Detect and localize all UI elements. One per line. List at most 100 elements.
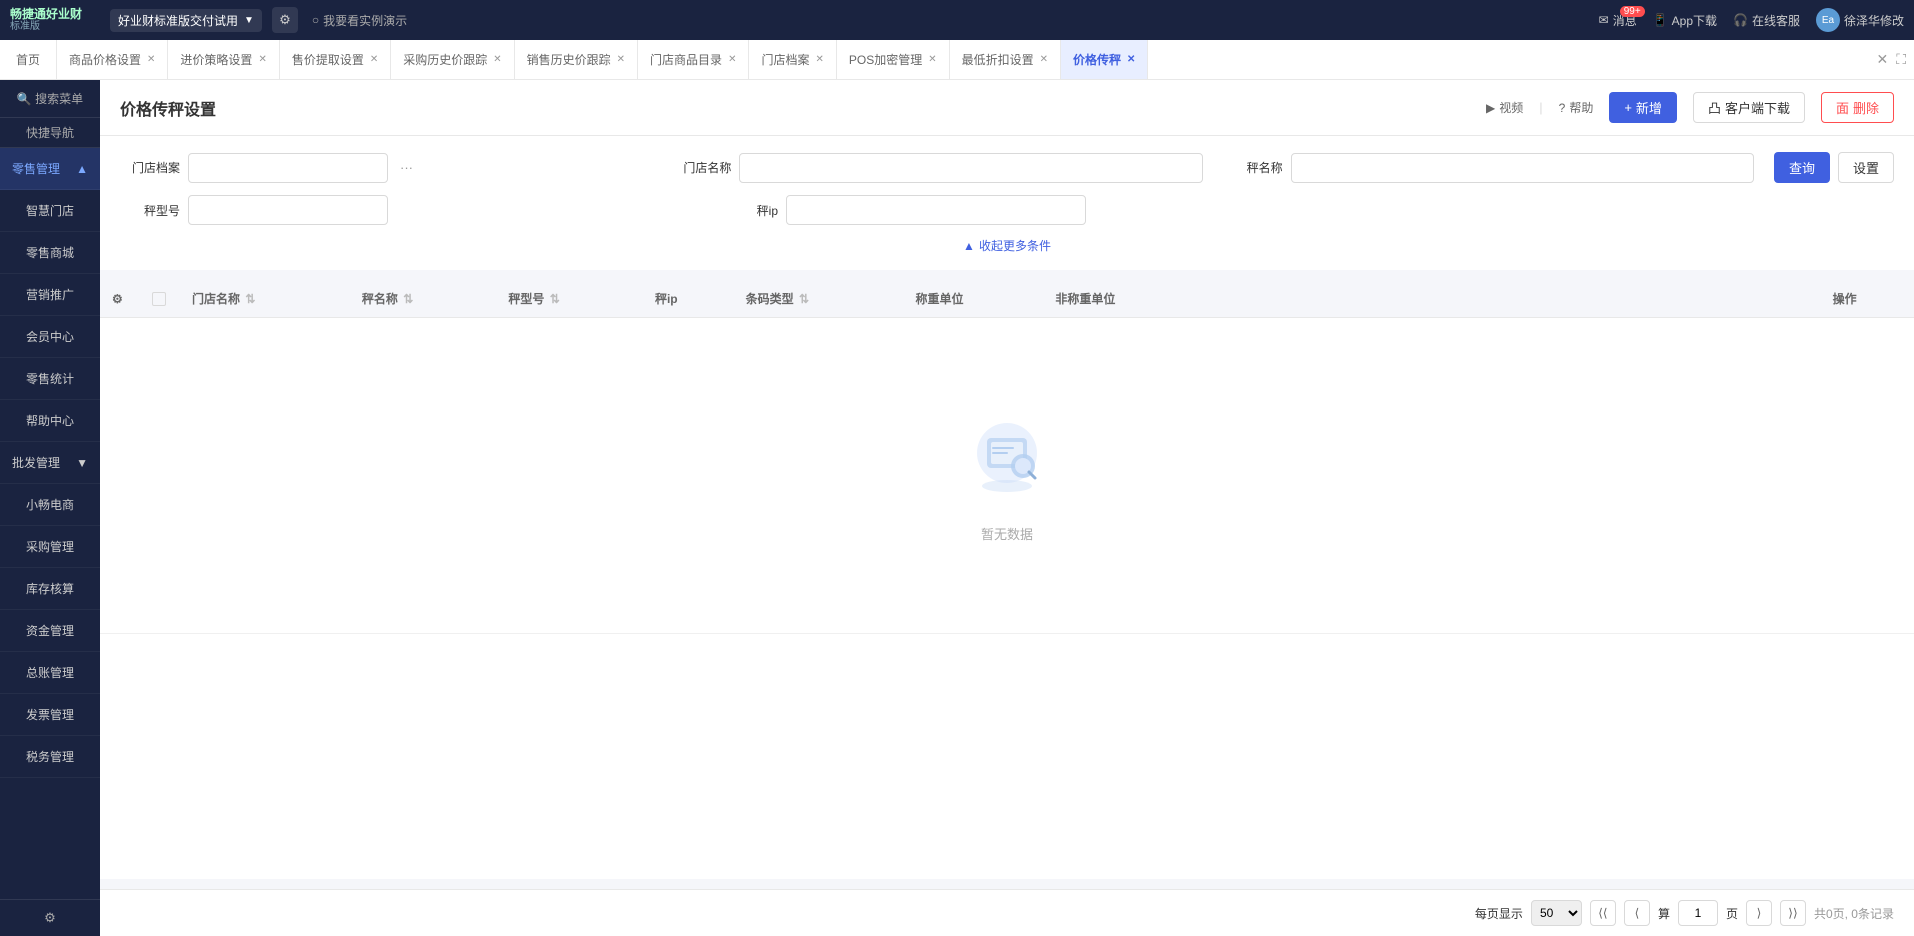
message-icon: ✉	[1599, 13, 1609, 27]
sidebar-item-finance[interactable]: 资金管理	[0, 610, 100, 652]
sort-scale-model-icon[interactable]: ⇅	[550, 292, 560, 306]
message-btn[interactable]: ✉ 消息 99+	[1599, 12, 1637, 29]
tab-min-discount-close[interactable]: ✕	[1040, 54, 1048, 65]
sidebar-item-ecommerce[interactable]: 小畅电商	[0, 484, 100, 526]
set-button[interactable]: 设置	[1838, 152, 1894, 183]
tab-store-catalog[interactable]: 门店商品目录 ✕	[638, 40, 749, 80]
sidebar-quick-nav[interactable]: 快捷导航	[0, 118, 100, 148]
download-icon: 凸	[1708, 98, 1721, 117]
online-service-label: 在线客服	[1752, 12, 1800, 29]
tab-purchase-strategy-close[interactable]: ✕	[258, 54, 266, 65]
tab-purchase-history[interactable]: 采购历史价跟踪 ✕	[391, 40, 514, 80]
filter-scale-ip-label: 秤ip	[718, 202, 778, 219]
tab-price-scale[interactable]: 价格传秤 ✕	[1061, 40, 1148, 80]
app-download-btn[interactable]: 📱 App下载	[1653, 12, 1717, 29]
tab-sale-history-close[interactable]: ✕	[617, 54, 625, 65]
filter-store-name: 门店名称	[671, 153, 1202, 183]
online-service-btn[interactable]: 🎧 在线客服	[1733, 12, 1800, 29]
empty-cell: 暂无数据	[100, 318, 1914, 634]
sidebar-item-retail-stats[interactable]: 零售统计	[0, 358, 100, 400]
sidebar-item-invoice[interactable]: 发票管理	[0, 694, 100, 736]
collapse-label: 收起更多条件	[979, 237, 1051, 254]
sidebar-item-help[interactable]: 帮助中心	[0, 400, 100, 442]
tab-price-scale-close[interactable]: ✕	[1127, 54, 1135, 65]
action-buttons: 查询 设置	[1774, 152, 1894, 183]
sidebar-item-member[interactable]: 会员中心	[0, 316, 100, 358]
sidebar-item-tax[interactable]: 税务管理	[0, 736, 100, 778]
col-scale-ip: 秤ip	[643, 280, 734, 318]
sidebar-search[interactable]: 🔍 搜索菜单	[0, 80, 100, 118]
tab-store-profile-close[interactable]: ✕	[815, 54, 823, 65]
sidebar-item-purchase[interactable]: 采购管理	[0, 526, 100, 568]
demo-text: 我要看实例演示	[323, 12, 407, 29]
table-settings-header[interactable]: ⚙	[100, 280, 140, 318]
sidebar-item-marketing[interactable]: 营销推广	[0, 274, 100, 316]
filter-scale-name: 秤名称	[1223, 153, 1754, 183]
filter-store-archive-input[interactable]	[188, 153, 388, 183]
collapse-button[interactable]: ▲ 收起更多条件	[120, 237, 1894, 254]
sort-scale-name-icon[interactable]: ⇅	[403, 292, 413, 306]
empty-state: 暂无数据	[112, 328, 1902, 623]
per-page-select[interactable]: 50 10 20 100	[1531, 900, 1582, 926]
help-link[interactable]: ? 帮助	[1559, 99, 1594, 116]
tab-sale-extract[interactable]: 售价提取设置 ✕	[280, 40, 391, 80]
tab-store-profile[interactable]: 门店档案 ✕	[749, 40, 836, 80]
tab-close-all-icon[interactable]: ✕	[1876, 51, 1888, 68]
empty-row: 暂无数据	[100, 318, 1914, 634]
prev-page-btn[interactable]: ⟨	[1624, 900, 1650, 926]
sidebar-item-smart-store[interactable]: 智慧门店	[0, 190, 100, 232]
version-selector[interactable]: 好业财标准版交付试用 ▼	[110, 9, 262, 32]
tab-purchase-strategy[interactable]: 进价策略设置 ✕	[168, 40, 279, 80]
select-all-checkbox[interactable]	[152, 292, 166, 306]
filter-row-2: 秤型号 秤ip	[120, 195, 1894, 225]
page-number-input[interactable]	[1678, 900, 1718, 926]
col-non-weight-unit-label: 非称重单位	[1055, 292, 1115, 306]
sidebar-item-inventory[interactable]: 库存核算	[0, 568, 100, 610]
filter-scale-ip-input[interactable]	[786, 195, 1086, 225]
settings-icon[interactable]: ⚙	[272, 7, 298, 33]
filter-scale-model-input[interactable]	[188, 195, 388, 225]
sidebar-item-wholesale-mgmt[interactable]: 批发管理 ▼	[0, 442, 100, 484]
last-page-icon: ⟩⟩	[1788, 906, 1797, 920]
add-button[interactable]: + 新增	[1609, 92, 1677, 123]
download-client-button[interactable]: 凸 客户端下载	[1693, 92, 1805, 123]
sidebar-item-member-label: 会员中心	[26, 328, 74, 345]
sidebar-item-retail-mall[interactable]: 零售商城	[0, 232, 100, 274]
app-name: 畅捷通好业财	[10, 7, 82, 21]
query-button[interactable]: 查询	[1774, 152, 1830, 183]
tab-pos-encrypt[interactable]: POS加密管理 ✕	[837, 40, 950, 80]
tab-sale-extract-close[interactable]: ✕	[370, 54, 378, 65]
sidebar-item-retail-mgmt[interactable]: 零售管理 ▲	[0, 148, 100, 190]
filter-store-archive-dots[interactable]: ···	[396, 160, 417, 175]
filter-store-name-input[interactable]	[739, 153, 1202, 183]
tab-goods-price-close[interactable]: ✕	[147, 54, 155, 65]
sidebar-settings-btn[interactable]: ⚙	[0, 899, 100, 936]
sort-barcode-type-icon[interactable]: ⇅	[799, 292, 809, 306]
last-page-btn[interactable]: ⟩⟩	[1780, 900, 1806, 926]
tab-home[interactable]: 首页	[0, 40, 57, 80]
table-checkbox-header[interactable]	[140, 280, 180, 318]
video-link[interactable]: ▶ 视频	[1486, 99, 1523, 116]
col-barcode-type: 条码类型 ⇅	[734, 280, 904, 318]
col-scale-ip-label: 秤ip	[655, 292, 678, 306]
tab-min-discount[interactable]: 最低折扣设置 ✕	[950, 40, 1061, 80]
first-page-btn[interactable]: ⟨⟨	[1590, 900, 1616, 926]
prev-page-icon: ⟨	[1635, 906, 1640, 920]
tab-sale-history[interactable]: 销售历史价跟踪 ✕	[515, 40, 638, 80]
demo-link[interactable]: ○ 我要看实例演示	[308, 12, 407, 29]
tab-store-catalog-close[interactable]: ✕	[728, 54, 736, 65]
filter-scale-name-input[interactable]	[1291, 153, 1754, 183]
tab-pos-encrypt-close[interactable]: ✕	[928, 54, 936, 65]
headset-icon: 🎧	[1733, 13, 1748, 27]
tab-expand-icon[interactable]: ⛶	[1896, 51, 1906, 68]
user-menu[interactable]: Ea 徐泽华修改	[1816, 8, 1904, 32]
next-page-btn[interactable]: ⟩	[1746, 900, 1772, 926]
sidebar-item-marketing-label: 营销推广	[26, 286, 74, 303]
tab-purchase-history-close[interactable]: ✕	[493, 54, 501, 65]
tab-goods-price[interactable]: 商品价格设置 ✕	[57, 40, 168, 80]
sort-store-name-icon[interactable]: ⇅	[245, 292, 255, 306]
sidebar-item-invoice-label: 发票管理	[26, 706, 74, 723]
sidebar-item-ledger[interactable]: 总账管理	[0, 652, 100, 694]
table-header-row: ⚙ 门店名称 ⇅ 秤名称 ⇅ 秤型号	[100, 280, 1914, 318]
delete-button[interactable]: 面 删除	[1821, 92, 1894, 123]
